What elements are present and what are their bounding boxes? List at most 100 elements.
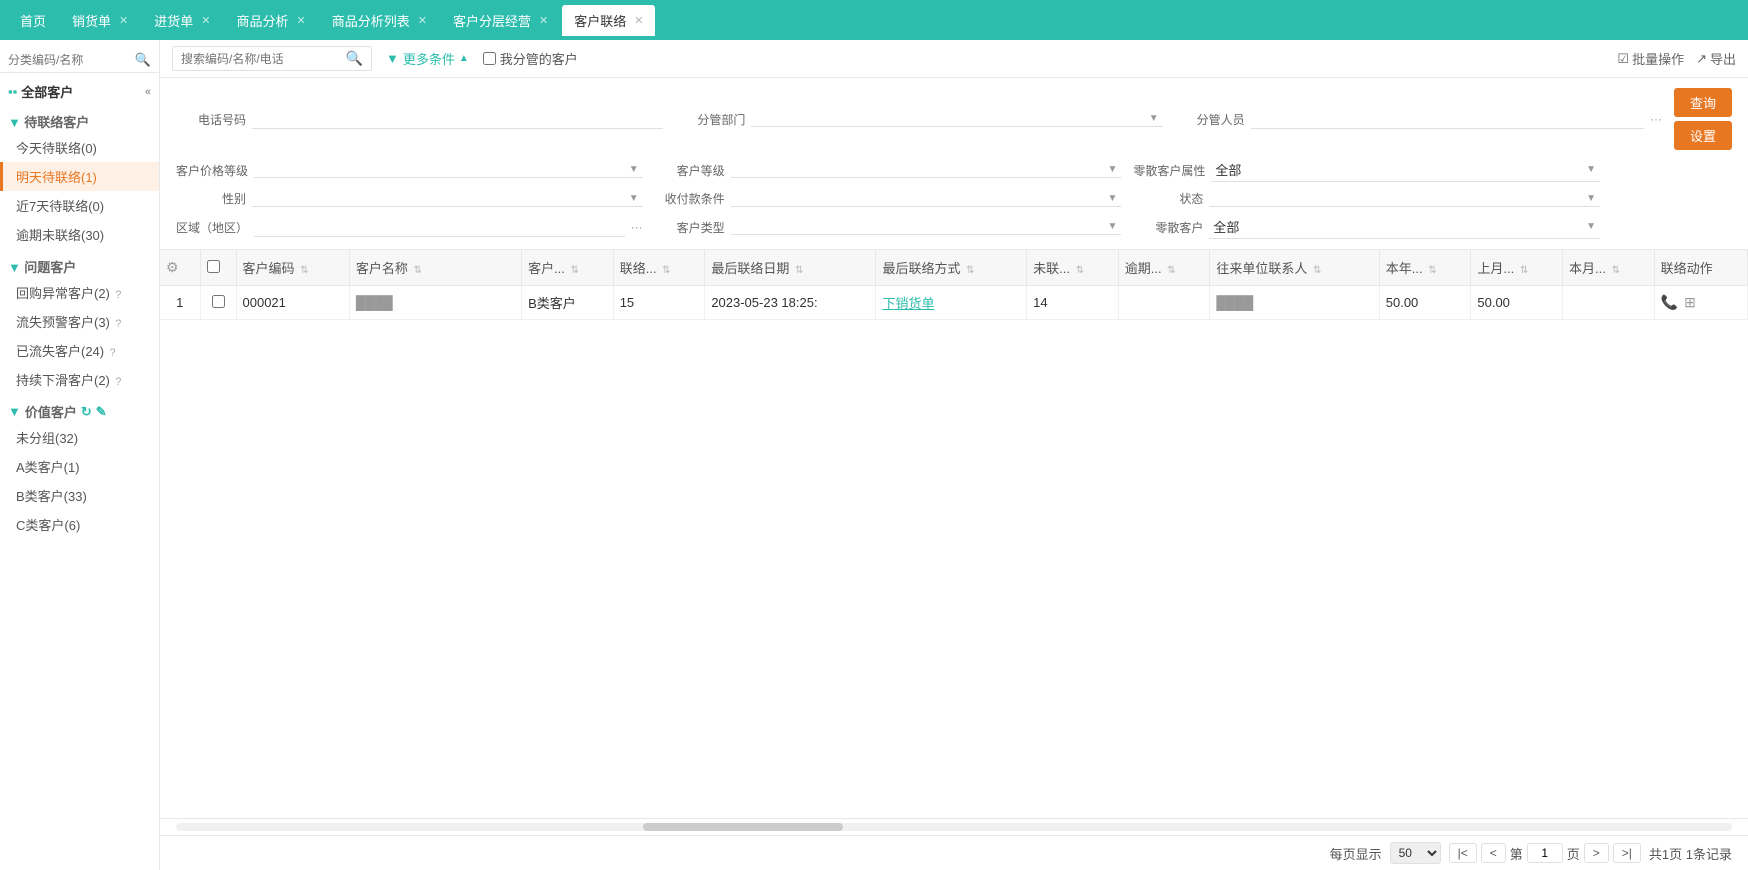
help-icon-abnormal[interactable]: ? xyxy=(115,289,121,301)
sort-year-icon[interactable]: ⇅ xyxy=(1428,265,1436,276)
page-number-input[interactable] xyxy=(1527,843,1563,863)
nav-close-customer-contact[interactable]: ✕ xyxy=(634,14,643,27)
next-page-btn[interactable]: > xyxy=(1584,843,1609,863)
dept-select[interactable]: ▼ xyxy=(751,111,1162,127)
first-page-btn[interactable]: |< xyxy=(1449,843,1477,863)
sidebar-item-ungroup[interactable]: 未分组(32) xyxy=(0,423,159,452)
value-section-edit[interactable]: ✎ xyxy=(96,404,107,420)
sort-date-icon[interactable]: ⇅ xyxy=(795,265,803,276)
sidebar-item-a-class[interactable]: A类客户(1) xyxy=(0,452,159,481)
nav-close-sales[interactable]: ✕ xyxy=(119,14,128,27)
person-dots[interactable]: ··· xyxy=(1650,112,1662,126)
grid-action-icon[interactable]: ⊞ xyxy=(1684,294,1696,311)
dept-label: 分管部门 xyxy=(675,111,745,128)
price-level-select[interactable]: ▼ xyxy=(254,162,643,178)
sort-name-icon[interactable]: ⇅ xyxy=(414,265,422,276)
my-customers-checkbox[interactable] xyxy=(483,52,496,65)
my-customers-checkbox-label[interactable]: 我分管的客户 xyxy=(483,49,578,68)
nav-purchase[interactable]: 进货单 ✕ xyxy=(142,5,222,36)
sort-method-icon[interactable]: ⇅ xyxy=(966,265,974,276)
sort-this-month-icon[interactable]: ⇅ xyxy=(1611,265,1619,276)
nav-close-customer-tier[interactable]: ✕ xyxy=(539,14,548,27)
row-checkbox[interactable] xyxy=(212,295,225,308)
payment-select[interactable]: ▼ xyxy=(731,191,1122,207)
retail-customer-label: 零散客户 xyxy=(1133,219,1203,236)
action-icons: 📞 ⊞ xyxy=(1661,294,1741,311)
customer-type-arrow: ▼ xyxy=(1107,221,1117,232)
sidebar-item-7days[interactable]: 近7天待联络(0) xyxy=(0,191,159,220)
phone-action-icon[interactable]: 📞 xyxy=(1661,294,1678,311)
page-size-select[interactable]: 50 100 200 xyxy=(1390,842,1441,864)
region-label: 区域（地区） xyxy=(176,219,248,236)
sort-contacts-icon[interactable]: ⇅ xyxy=(662,265,670,276)
value-section-refresh[interactable]: ↻ xyxy=(81,404,92,420)
filter-row-3: 性别 ▼ 收付款条件 ▼ 状态 ▼ xyxy=(176,190,1732,207)
sidebar-item-overdue[interactable]: 逾期未联络(30) xyxy=(0,220,159,249)
th-company-contact: 往来单位联系人 ⇅ xyxy=(1210,250,1379,286)
sidebar-item-churn-warning[interactable]: 流失预警客户(3) ? xyxy=(0,307,159,336)
sidebar-item-b-class[interactable]: B类客户(33) xyxy=(0,481,159,510)
retail-customer-select[interactable]: 全部 ▼ xyxy=(1209,215,1600,239)
region-dots[interactable]: ··· xyxy=(631,220,643,234)
sort-type-icon[interactable]: ⇅ xyxy=(571,265,579,276)
td-name-value: ████ xyxy=(356,295,393,310)
status-select[interactable]: ▼ xyxy=(1209,191,1600,207)
phone-input[interactable] xyxy=(252,110,663,129)
nav-product-analysis[interactable]: 商品分析 ✕ xyxy=(224,5,317,36)
sort-code-icon[interactable]: ⇅ xyxy=(300,265,308,276)
query-button[interactable]: 查询 xyxy=(1674,88,1732,117)
nav-customer-contact[interactable]: 客户联络 ✕ xyxy=(562,5,655,36)
nav-product-analysis-list[interactable]: 商品分析列表 ✕ xyxy=(320,5,439,36)
scrollbar-track[interactable] xyxy=(176,823,1732,831)
nav-sales-order[interactable]: 销货单 ✕ xyxy=(60,5,140,36)
filter-cell-payment: 收付款条件 ▼ xyxy=(655,190,1122,207)
customer-type-select[interactable]: ▼ xyxy=(731,219,1122,235)
help-icon-churned[interactable]: ? xyxy=(109,347,115,359)
sidebar-item-declining[interactable]: 持续下滑客户(2) ? xyxy=(0,365,159,394)
export-btn[interactable]: ↗ 导出 xyxy=(1696,49,1736,68)
nav-close-product-list[interactable]: ✕ xyxy=(418,14,427,27)
table-settings-icon[interactable]: ⚙ xyxy=(166,259,179,275)
sidebar-item-abnormal[interactable]: 回购异常客户(2) ? xyxy=(0,278,159,307)
retail-attr-select[interactable]: 全部 ▼ xyxy=(1211,158,1600,182)
filter-cell-customer-level: 客户等级 ▼ xyxy=(655,162,1122,179)
scrollbar-thumb[interactable] xyxy=(643,823,843,831)
search-input[interactable] xyxy=(181,52,346,66)
person-input[interactable] xyxy=(1251,110,1644,129)
customer-type-label: 客户类型 xyxy=(655,219,725,236)
last-page-btn[interactable]: >| xyxy=(1613,843,1641,863)
sidebar-search-icon[interactable]: 🔍 xyxy=(135,52,151,68)
nav-close-purchase[interactable]: ✕ xyxy=(201,14,210,27)
search-icon[interactable]: 🔍 xyxy=(346,50,363,67)
sort-overdue-icon[interactable]: ⇅ xyxy=(1167,265,1175,276)
more-conditions-btn[interactable]: ▼ 更多条件 ▲ xyxy=(380,46,475,71)
nav-close-product-analysis[interactable]: ✕ xyxy=(297,14,306,27)
select-all-checkbox[interactable] xyxy=(207,260,220,273)
region-input[interactable] xyxy=(254,218,625,237)
sort-not-contacted-icon[interactable]: ⇅ xyxy=(1076,265,1084,276)
nav-home[interactable]: 首页 xyxy=(8,5,58,36)
settings-button[interactable]: 设置 xyxy=(1674,121,1732,150)
gender-select[interactable]: ▼ xyxy=(252,191,643,207)
sidebar-search-input[interactable] xyxy=(8,53,135,67)
help-icon-churn-warning[interactable]: ? xyxy=(115,318,121,330)
sidebar-item-c-class[interactable]: C类客户(6) xyxy=(0,510,159,539)
sidebar-item-churned[interactable]: 已流失客户(24) ? xyxy=(0,336,159,365)
sort-company-icon[interactable]: ⇅ xyxy=(1313,265,1321,276)
payment-label: 收付款条件 xyxy=(655,190,725,207)
td-company-contact-value: ████ xyxy=(1216,295,1253,310)
td-last-method-link[interactable]: 下销货单 xyxy=(882,296,934,311)
sort-last-month-icon[interactable]: ⇅ xyxy=(1520,265,1528,276)
sidebar-item-tomorrow[interactable]: 明天待联络(1) xyxy=(0,162,159,191)
th-settings: ⚙ xyxy=(160,250,200,286)
sidebar-all-customers[interactable]: ▪▪ 全部客户 « xyxy=(0,77,159,106)
nav-customer-tier[interactable]: 客户分层经营 ✕ xyxy=(441,5,560,36)
th-code: 客户编码 ⇅ xyxy=(236,250,349,286)
sidebar-collapse-icon[interactable]: « xyxy=(145,86,151,98)
customer-level-select[interactable]: ▼ xyxy=(731,162,1122,178)
sidebar-item-today[interactable]: 今天待联络(0) xyxy=(0,133,159,162)
batch-op-btn[interactable]: ☑ 批量操作 xyxy=(1617,49,1684,68)
filter-cell-retail-customer: 零散客户 全部 ▼ xyxy=(1133,215,1600,239)
help-icon-declining[interactable]: ? xyxy=(115,376,121,388)
prev-page-btn[interactable]: < xyxy=(1481,843,1506,863)
